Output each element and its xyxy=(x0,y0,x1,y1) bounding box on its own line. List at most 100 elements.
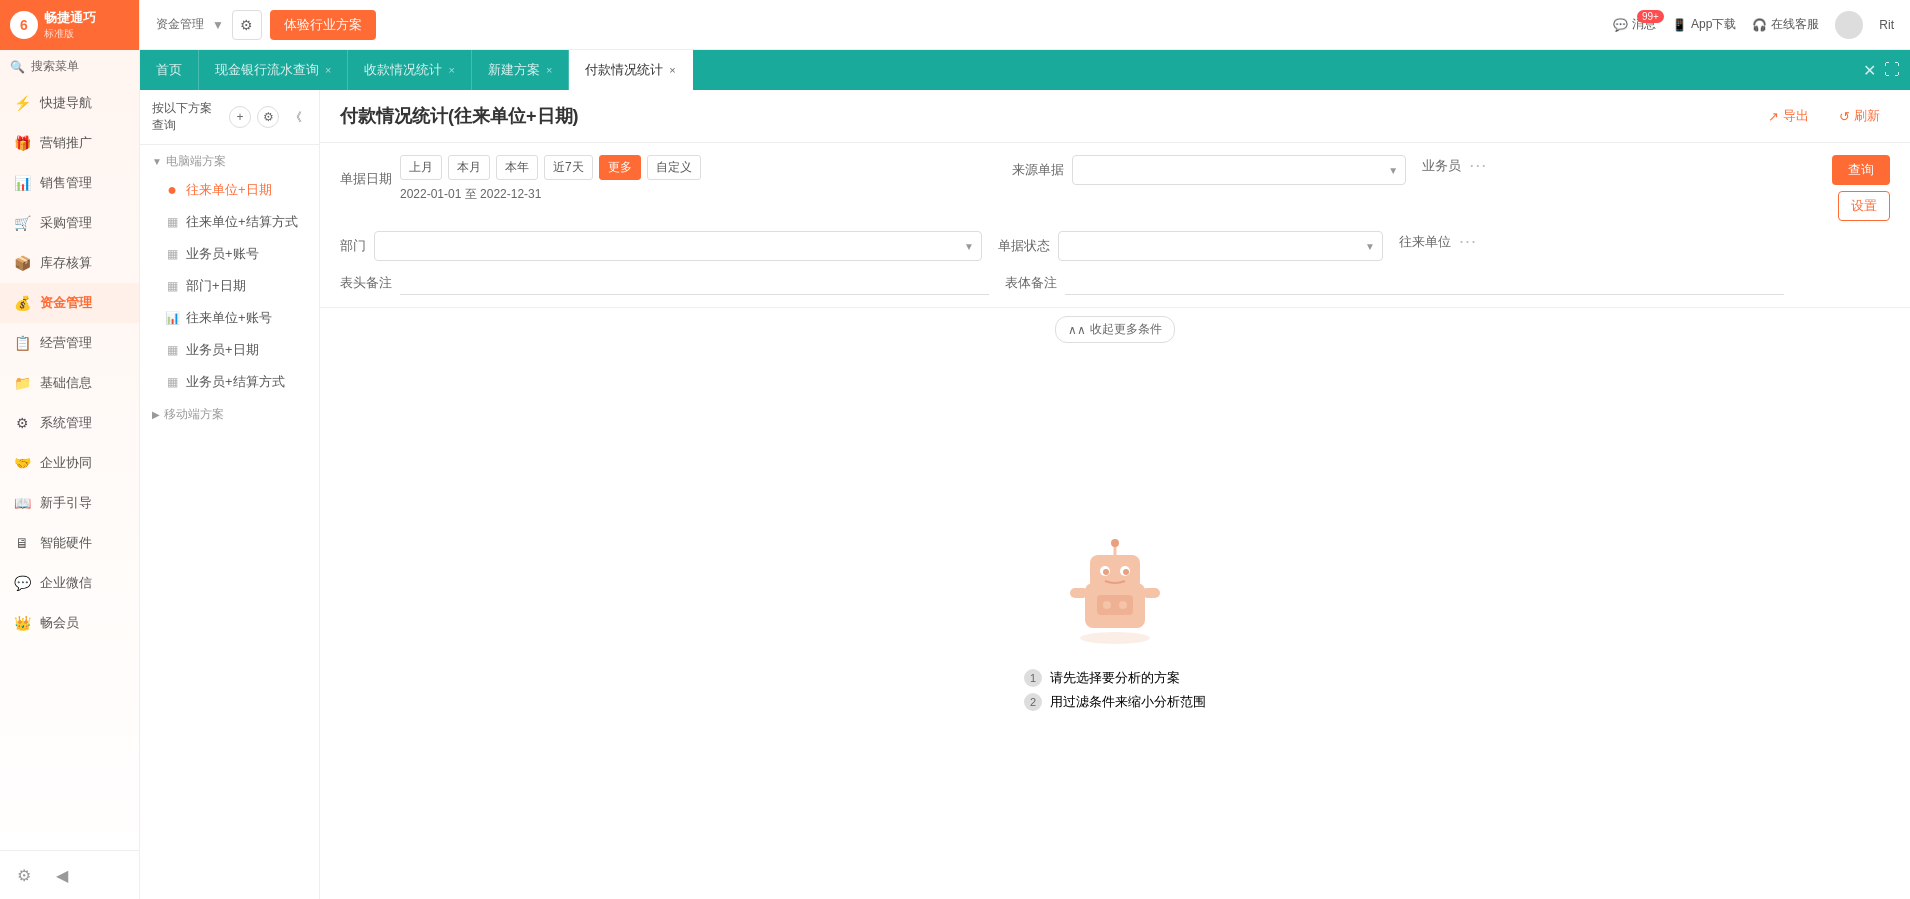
sidebar-item-basic-info[interactable]: 📁 基础信息 xyxy=(0,363,139,403)
sidebar-settings-btn[interactable]: ⚙ xyxy=(10,861,38,889)
filter-staff: 业务员 ··· xyxy=(1422,155,1816,176)
sidebar-item-operations[interactable]: 📋 经营管理 xyxy=(0,323,139,363)
scheme-item-staff-settle[interactable]: ▦ 业务员+结算方式 xyxy=(140,366,319,398)
sidebar-item-label: 营销推广 xyxy=(40,134,92,152)
sidebar-item-hardware[interactable]: 🖥 智能硬件 xyxy=(0,523,139,563)
sidebar-nav: ⚡ 快捷导航 🎁 营销推广 📊 销售管理 🛒 采购管理 📦 库存核算 💰 资金管… xyxy=(0,83,139,850)
sidebar-item-quick-nav[interactable]: ⚡ 快捷导航 xyxy=(0,83,139,123)
scheme-collapse-btn[interactable]: 《 xyxy=(285,106,307,128)
scheme-item-label: 往来单位+账号 xyxy=(186,309,272,327)
scheme-item-unit-settle[interactable]: ▦ 往来单位+结算方式 xyxy=(140,206,319,238)
date-btn-custom[interactable]: 自定义 xyxy=(647,155,701,180)
scheme-mobile-section: ▶ 移动端方案 xyxy=(140,398,319,427)
filter-voucher-status-box[interactable] xyxy=(1058,231,1383,261)
sidebar-item-purchase[interactable]: 🛒 采购管理 xyxy=(0,203,139,243)
filter-table-head-note-input[interactable] xyxy=(400,271,989,295)
tab-new-scheme[interactable]: 新建方案 × xyxy=(472,50,569,90)
sidebar-item-capital[interactable]: 💰 资金管理 xyxy=(0,283,139,323)
page-title: 付款情况统计(往来单位+日期) xyxy=(340,104,579,128)
sidebar-item-inventory[interactable]: 📦 库存核算 xyxy=(0,243,139,283)
sidebar-item-label: 新手引导 xyxy=(40,494,92,512)
scheme-item-unit-account[interactable]: 📊 往来单位+账号 xyxy=(140,302,319,334)
quick-nav-icon: ⚡ xyxy=(12,93,32,113)
tab-bank-flow-close[interactable]: × xyxy=(325,64,331,76)
topbar-service-btn[interactable]: 🎧 在线客服 xyxy=(1752,16,1819,33)
filter-source-box[interactable] xyxy=(1072,155,1406,185)
tab-close-all-btn[interactable]: ✕ xyxy=(1863,61,1876,80)
filter-dept-arrow: ▼ xyxy=(964,241,974,252)
svg-point-12 xyxy=(1103,601,1111,609)
tab-receipt-stats-close[interactable]: × xyxy=(448,64,454,76)
sidebar-item-wechat[interactable]: 💬 企业微信 xyxy=(0,563,139,603)
message-icon: 💬 xyxy=(1613,18,1628,32)
refresh-btn[interactable]: ↺ 刷新 xyxy=(1829,102,1890,130)
tab-payment-stats[interactable]: 付款情况统计 × xyxy=(569,50,692,90)
filter-staff-dots[interactable]: ··· xyxy=(1469,155,1487,176)
filter-voucher-status-select[interactable]: ▼ xyxy=(1058,231,1383,261)
scheme-item-staff-account[interactable]: ▦ 业务员+账号 xyxy=(140,238,319,270)
topbar-breadcrumb: 资金管理 xyxy=(156,16,204,33)
filter-unit-dots[interactable]: ··· xyxy=(1459,231,1477,252)
scheme-item-unit-date[interactable]: ● 往来单位+日期 xyxy=(140,174,319,206)
sidebar-item-enterprise[interactable]: 🤝 企业协同 xyxy=(0,443,139,483)
scheme-settings-btn[interactable]: ⚙ xyxy=(257,106,279,128)
search-menu[interactable]: 🔍 搜索菜单 xyxy=(0,50,139,83)
sidebar-item-system[interactable]: ⚙ 系统管理 xyxy=(0,403,139,443)
trial-btn[interactable]: 体验行业方案 xyxy=(270,10,376,40)
tab-receipt-stats[interactable]: 收款情况统计 × xyxy=(348,50,471,90)
tab-new-scheme-close[interactable]: × xyxy=(546,64,552,76)
tab-expand-btn[interactable]: ⛶ xyxy=(1884,61,1900,79)
app-label: App下载 xyxy=(1691,16,1736,33)
tab-new-scheme-label: 新建方案 xyxy=(488,61,540,79)
date-btn-this-month[interactable]: 本月 xyxy=(448,155,490,180)
tab-payment-stats-close[interactable]: × xyxy=(669,64,675,76)
tab-bank-flow[interactable]: 现金银行流水查询 × xyxy=(199,50,348,90)
collapse-btn[interactable]: ∧∧ 收起更多条件 xyxy=(1055,316,1175,343)
operations-icon: 📋 xyxy=(12,333,32,353)
topbar-username[interactable]: Rit xyxy=(1879,18,1894,32)
query-btn[interactable]: 查询 xyxy=(1832,155,1890,185)
scheme-item-dept-date[interactable]: ▦ 部门+日期 xyxy=(140,270,319,302)
date-btn-more[interactable]: 更多 xyxy=(599,155,641,180)
sidebar-item-guide[interactable]: 📖 新手引导 xyxy=(0,483,139,523)
refresh-label: 刷新 xyxy=(1854,107,1880,125)
scheme-add-btn[interactable]: + xyxy=(229,106,251,128)
topbar-gear-btn[interactable]: ⚙ xyxy=(232,10,262,40)
filter-dept-box[interactable] xyxy=(374,231,982,261)
sidebar-item-label: 智能硬件 xyxy=(40,534,92,552)
scheme-desktop-toggle[interactable]: ▼ xyxy=(152,156,162,167)
filter-table-body-note-input[interactable] xyxy=(1065,271,1784,295)
sidebar-collapse-btn[interactable]: ◀ xyxy=(48,861,76,889)
system-icon: ⚙ xyxy=(12,413,32,433)
date-btn-last-month[interactable]: 上月 xyxy=(400,155,442,180)
tab-receipt-stats-label: 收款情况统计 xyxy=(364,61,442,79)
topbar-message-btn[interactable]: 💬 消息 99+ xyxy=(1613,16,1656,33)
sidebar-item-sales[interactable]: 📊 销售管理 xyxy=(0,163,139,203)
filter-voucher-status: 单据状态 ▼ xyxy=(998,231,1383,261)
sidebar-logo: 6 畅捷通巧 标准版 xyxy=(0,0,139,50)
scheme-desktop-section: ▼ 电脑端方案 xyxy=(140,145,319,174)
topbar-avatar xyxy=(1835,11,1863,39)
filter-source-select[interactable]: ▼ xyxy=(1072,155,1406,185)
scheme-mobile-toggle[interactable]: ▶ xyxy=(152,409,160,420)
scheme-item-icon: ▦ xyxy=(164,214,180,230)
sidebar-item-label: 采购管理 xyxy=(40,214,92,232)
search-icon: 🔍 xyxy=(10,60,25,74)
sidebar-item-label: 畅会员 xyxy=(40,614,79,632)
scheme-item-label: 业务员+结算方式 xyxy=(186,373,285,391)
sidebar-item-member[interactable]: 👑 畅会员 xyxy=(0,603,139,643)
filter-dept-select[interactable]: ▼ xyxy=(374,231,982,261)
empty-hints: 1 请先选择要分析的方案 2 用过滤条件来缩小分析范围 xyxy=(1024,669,1206,717)
export-btn[interactable]: ↗ 导出 xyxy=(1758,102,1819,130)
date-btn-this-year[interactable]: 本年 xyxy=(496,155,538,180)
main-area: 资金管理 ▼ ⚙ 体验行业方案 💬 消息 99+ 📱 App下载 🎧 在线客服 … xyxy=(140,0,1910,899)
tabbar: 首页 现金银行流水查询 × 收款情况统计 × 新建方案 × 付款情况统计 × ✕… xyxy=(140,50,1910,90)
date-btn-last-7-days[interactable]: 近7天 xyxy=(544,155,593,180)
scheme-item-staff-date[interactable]: ▦ 业务员+日期 xyxy=(140,334,319,366)
scheme-item-active-icon: ● xyxy=(164,182,180,198)
svg-point-5 xyxy=(1103,569,1109,575)
topbar-app-btn[interactable]: 📱 App下载 xyxy=(1672,16,1736,33)
sidebar-item-marketing[interactable]: 🎁 营销推广 xyxy=(0,123,139,163)
tab-home[interactable]: 首页 xyxy=(140,50,199,90)
settings-btn[interactable]: 设置 xyxy=(1838,191,1890,221)
